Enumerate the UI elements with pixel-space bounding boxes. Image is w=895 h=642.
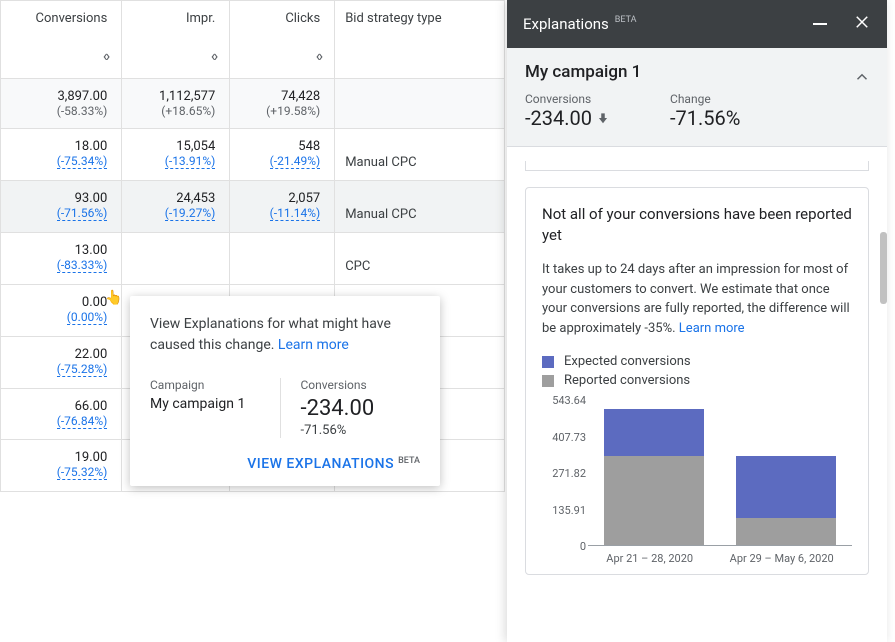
delta-link[interactable]: (-83.33%)	[57, 258, 108, 273]
delta-link[interactable]: (-13.91%)	[165, 154, 216, 169]
bar-group	[731, 400, 841, 545]
x-tick: Apr 21 – 28, 2020	[606, 552, 693, 565]
table-cell: 24,453(-19.27%)	[122, 181, 230, 233]
table-cell: 3,897.00(-58.33%)	[1, 79, 122, 129]
conversions-value: -234.00	[301, 396, 421, 421]
legend-expected: Expected conversions	[564, 354, 691, 369]
card-title: Not all of your conversions have been re…	[542, 204, 852, 246]
card-description: It takes up to 24 days after an impressi…	[542, 260, 852, 338]
table-cell: 22.00(-75.28%)	[1, 337, 122, 389]
legend-swatch-expected	[542, 356, 554, 368]
x-tick: Apr 29 – May 6, 2020	[730, 552, 834, 565]
table-cell: 2,057(-11.14%)	[230, 181, 335, 233]
delta-link[interactable]: (-75.28%)	[57, 362, 108, 377]
bar-reported	[736, 518, 836, 545]
table-cell: 93.00(-71.56%)	[1, 181, 122, 233]
table-cell: 19.00(-75.32%)	[1, 440, 122, 492]
table-cell	[335, 79, 505, 129]
learn-more-link[interactable]: Learn more	[278, 337, 349, 353]
tooltip-message: View Explanations for what might have ca…	[150, 314, 420, 356]
delta-link[interactable]: (-21.49%)	[270, 154, 321, 169]
close-icon[interactable]	[853, 13, 871, 35]
delta-link[interactable]: (-11.14%)	[270, 206, 321, 221]
explanations-panel: ExplanationsBETA My campaign 1 Conversio…	[507, 0, 887, 642]
table-cell: 13.00(-83.33%)	[1, 233, 122, 285]
bar-expected	[604, 409, 704, 456]
conversions-label: Conversions	[301, 378, 421, 392]
campaign-name: My campaign 1	[150, 396, 270, 412]
down-arrow-icon	[596, 106, 610, 130]
previous-card-stub	[525, 161, 869, 171]
delta-link[interactable]: (-71.56%)	[57, 206, 108, 221]
delta-link[interactable]: (-76.84%)	[57, 414, 108, 429]
sort-icon[interactable]: ‹ ›	[1, 46, 107, 65]
y-tick: 135.91	[542, 504, 586, 517]
panel-header: ExplanationsBETA	[507, 0, 887, 48]
table-row[interactable]: 13.00(-83.33%) CPC	[1, 233, 505, 285]
chart-legend: Expected conversions Reported conversion…	[542, 354, 852, 388]
table-cell: 74,428(+19.58%)	[230, 79, 335, 129]
table-cell: 0.00(0.00%)	[1, 285, 122, 337]
conversion-lag-card: Not all of your conversions have been re…	[525, 187, 869, 575]
campaign-label: Campaign	[150, 378, 270, 392]
bar-reported	[604, 456, 704, 545]
col-impr[interactable]: Impr.‹ ›	[122, 1, 230, 79]
summary-conversions-value: -234.00	[525, 106, 610, 130]
explanations-tooltip: View Explanations for what might have ca…	[130, 296, 440, 486]
y-tick: 543.64	[542, 394, 586, 407]
learn-more-link[interactable]: Learn more	[679, 321, 745, 336]
legend-reported: Reported conversions	[564, 373, 690, 388]
table-row[interactable]: 93.00(-71.56%)24,453(-19.27%)2,057(-11.1…	[1, 181, 505, 233]
bid-strategy-cell: CPC	[335, 233, 505, 285]
scrollbar[interactable]	[880, 232, 887, 304]
table-cell: 15,054(-13.91%)	[122, 129, 230, 181]
table-cell	[122, 233, 230, 285]
delta-link[interactable]: (-75.34%)	[57, 154, 108, 169]
bid-strategy-cell: Manual CPC	[335, 129, 505, 181]
table-cell	[230, 233, 335, 285]
delta-link[interactable]: (-19.27%)	[165, 206, 216, 221]
table-cell: 66.00(-76.84%)	[1, 389, 122, 440]
summary-conversions-label: Conversions	[525, 92, 610, 106]
summary-change-label: Change	[670, 92, 740, 106]
delta-link[interactable]: (-75.32%)	[57, 465, 108, 480]
delta-link[interactable]: (0.00%)	[67, 310, 107, 325]
minimize-icon[interactable]	[813, 23, 827, 25]
col-clicks[interactable]: Clicks‹ ›	[230, 1, 335, 79]
chevron-up-icon[interactable]	[853, 68, 871, 90]
summary-row: 3,897.00(-58.33%)1,112,577(+18.65%)74,42…	[1, 79, 505, 129]
bar-group	[599, 400, 709, 545]
y-tick: 0	[542, 540, 586, 553]
table-cell: 1,112,577(+18.65%)	[122, 79, 230, 129]
conversions-chart: 543.64407.73271.82135.910 Apr 21 – 28, 2…	[542, 400, 852, 570]
sort-icon[interactable]: ‹ ›	[230, 46, 320, 65]
y-tick: 271.82	[542, 467, 586, 480]
col-bid-strategy[interactable]: Bid strategy type	[335, 1, 505, 79]
panel-title: ExplanationsBETA	[523, 15, 813, 33]
bid-strategy-cell: Manual CPC	[335, 181, 505, 233]
bar-expected	[736, 456, 836, 518]
legend-swatch-reported	[542, 375, 554, 387]
y-tick: 407.73	[542, 431, 586, 444]
table-row[interactable]: 18.00(-75.34%)15,054(-13.91%)548(-21.49%…	[1, 129, 505, 181]
view-explanations-button[interactable]: VIEW EXPLANATIONSBETA	[150, 456, 420, 472]
table-cell: 548(-21.49%)	[230, 129, 335, 181]
summary-campaign: My campaign 1	[525, 62, 869, 82]
conversions-pct: -71.56%	[301, 423, 421, 438]
summary-change-value: -71.56%	[670, 106, 740, 130]
table-cell: 18.00(-75.34%)	[1, 129, 122, 181]
sort-icon[interactable]: ‹ ›	[122, 46, 215, 65]
col-conversions[interactable]: Conversions‹ ›	[1, 1, 122, 79]
panel-summary: My campaign 1 Conversions -234.00 Change…	[507, 48, 887, 147]
